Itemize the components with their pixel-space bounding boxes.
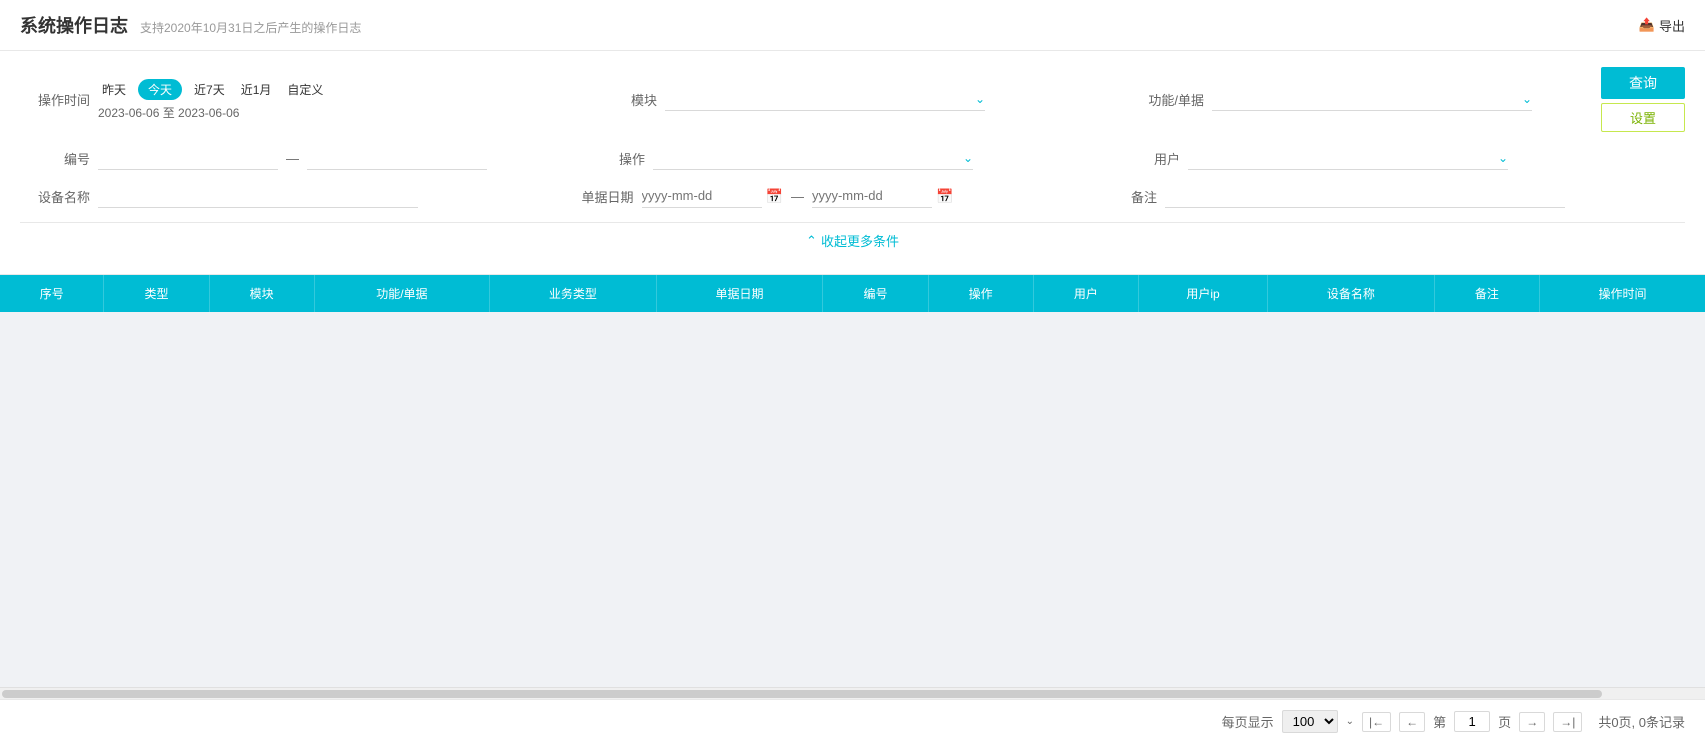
collapse-bar: ⌃ 收起更多条件 (20, 222, 1685, 258)
time-btn-today[interactable]: 今天 (138, 79, 182, 100)
collapse-button[interactable]: ⌃ 收起更多条件 (806, 231, 899, 250)
page-label: 第 (1433, 712, 1446, 731)
action-buttons: 查询 设置 (1601, 67, 1685, 132)
table-wrapper: 序号 类型 模块 功能/单据 业务类型 单据日期 编号 操作 用户 用户ip 设… (0, 275, 1705, 687)
user-label: 用户 (1090, 149, 1180, 168)
operation-label: 操作 (575, 149, 645, 168)
code-label: 编号 (20, 149, 90, 168)
col-doc-date: 单据日期 (656, 275, 823, 312)
collapse-chevron-icon: ⌃ (806, 233, 817, 249)
calendar-start-icon[interactable]: 📅 (766, 188, 783, 205)
export-button[interactable]: 📤 导出 (1639, 16, 1685, 35)
col-operation: 操作 (928, 275, 1033, 312)
function-select[interactable]: ⌄ (1212, 88, 1532, 111)
doc-date-dash: — (791, 189, 804, 204)
col-code: 编号 (823, 275, 928, 312)
module-chevron-icon: ⌄ (975, 92, 985, 106)
col-device: 设备名称 (1268, 275, 1435, 312)
device-input[interactable] (98, 184, 418, 208)
user-chevron-icon: ⌄ (1498, 151, 1508, 165)
page-unit: 页 (1498, 712, 1511, 731)
module-select[interactable]: ⌄ (665, 88, 985, 111)
table-header-row: 序号 类型 模块 功能/单据 业务类型 单据日期 编号 操作 用户 用户ip 设… (0, 275, 1705, 312)
remark-input[interactable] (1165, 184, 1565, 208)
export-label: 导出 (1659, 16, 1685, 35)
col-user: 用户 (1033, 275, 1138, 312)
export-icon: 📤 (1639, 17, 1655, 33)
operation-select[interactable]: ⌄ (653, 147, 973, 170)
time-btn-custom[interactable]: 自定义 (283, 79, 327, 100)
remark-label: 备注 (1067, 187, 1157, 206)
horizontal-scrollbar[interactable] (0, 687, 1705, 699)
col-type: 类型 (104, 275, 209, 312)
pagination-bar: 每页显示 100 50 200 500 ⌄ |← ← 第 页 → →| 共0页,… (0, 699, 1705, 743)
collapse-label: 收起更多条件 (821, 231, 899, 250)
data-table: 序号 类型 模块 功能/单据 业务类型 单据日期 编号 操作 用户 用户ip 设… (0, 275, 1705, 312)
next-page-button[interactable]: → (1519, 712, 1545, 732)
module-label: 模块 (587, 90, 657, 109)
col-index: 序号 (0, 275, 104, 312)
page-number-input[interactable] (1454, 711, 1490, 732)
page-summary: 共0页, 0条记录 (1598, 712, 1685, 731)
calendar-end-icon[interactable]: 📅 (936, 188, 953, 205)
col-op-time: 操作时间 (1539, 275, 1705, 312)
function-label: 功能/单据 (1114, 90, 1204, 109)
scrollbar-thumb[interactable] (2, 690, 1602, 698)
col-function: 功能/单据 (314, 275, 489, 312)
code-input-end[interactable] (307, 146, 487, 170)
page-subtitle: 支持2020年10月31日之后产生的操作日志 (140, 19, 361, 36)
time-btn-7days[interactable]: 近7天 (190, 79, 229, 100)
time-label: 操作时间 (20, 90, 90, 109)
page-title: 系统操作日志 (20, 12, 128, 38)
time-btn-yesterday[interactable]: 昨天 (98, 79, 130, 100)
col-user-ip: 用户ip (1138, 275, 1267, 312)
per-page-select[interactable]: 100 50 200 500 (1282, 710, 1338, 733)
col-remark: 备注 (1434, 275, 1539, 312)
col-biz-type: 业务类型 (489, 275, 656, 312)
time-btn-1month[interactable]: 近1月 (237, 79, 276, 100)
per-page-label: 每页显示 (1222, 712, 1274, 731)
doc-date-start-input[interactable] (642, 184, 762, 208)
code-dash: — (286, 151, 299, 166)
date-range-display: 2023-06-06 至 2023-06-06 (98, 104, 327, 121)
user-select[interactable]: ⌄ (1188, 147, 1508, 170)
device-label: 设备名称 (20, 187, 90, 206)
first-page-button[interactable]: |← (1362, 712, 1391, 732)
code-input-start[interactable] (98, 146, 278, 170)
prev-page-button[interactable]: ← (1399, 712, 1425, 732)
settings-button[interactable]: 设置 (1601, 103, 1685, 132)
doc-date-end-input[interactable] (812, 184, 932, 208)
doc-date-label: 单据日期 (564, 187, 634, 206)
col-module: 模块 (209, 275, 314, 312)
chevron-down-icon: ⌄ (1346, 716, 1354, 727)
operation-chevron-icon: ⌄ (963, 151, 973, 165)
last-page-button[interactable]: →| (1553, 712, 1582, 732)
function-chevron-icon: ⌄ (1522, 92, 1532, 106)
query-button[interactable]: 查询 (1601, 67, 1685, 99)
